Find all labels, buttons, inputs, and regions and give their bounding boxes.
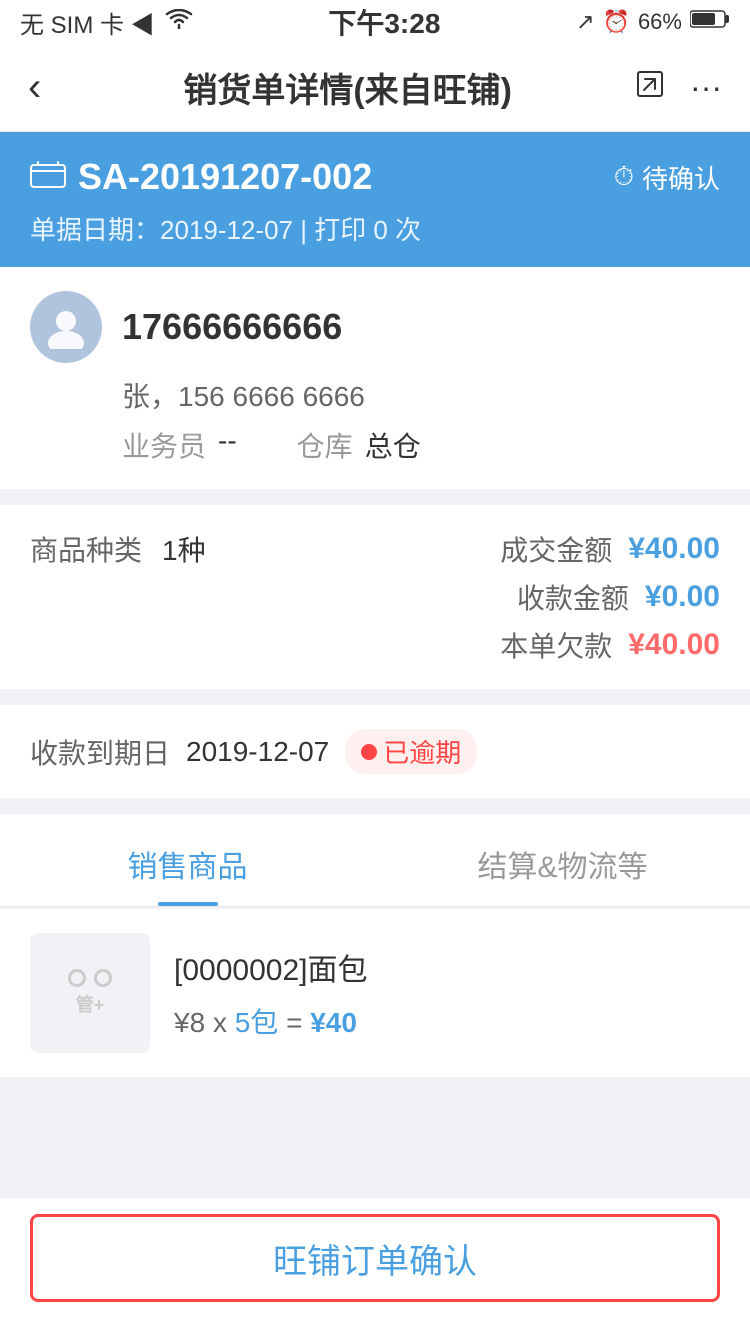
- owl-eyes: [68, 969, 112, 987]
- back-button[interactable]: ‹: [28, 65, 41, 110]
- confirm-order-button[interactable]: 旺铺订单确认: [30, 1214, 720, 1302]
- owl-logo: 管+: [68, 969, 112, 1017]
- goods-type-label: 商品种类: [30, 529, 142, 569]
- salesperson-label: 业务员: [122, 425, 206, 465]
- nav-actions: ···: [634, 68, 722, 108]
- battery-icon: [690, 9, 730, 35]
- no-sim-text: 无 SIM 卡 ◀: [20, 5, 155, 40]
- wifi-icon: [165, 8, 193, 36]
- order-id-row: SA-20191207-002 ⏱ 待确认: [30, 156, 720, 198]
- customer-detail: 张，156 6666 6666: [122, 375, 720, 415]
- avatar: [30, 291, 102, 363]
- order-icon: [30, 156, 66, 198]
- share-icon[interactable]: [634, 68, 666, 108]
- overdue-dot-icon: [361, 744, 377, 760]
- product-card: 管+ [0000002]面包 ¥8 x 5包 = ¥40: [0, 909, 750, 1077]
- received-value: ¥0.00: [645, 580, 720, 614]
- received-label: 收款金额: [517, 577, 629, 617]
- amount-label: 成交金额: [500, 529, 612, 569]
- status-left: 无 SIM 卡 ◀: [20, 5, 193, 40]
- location-icon: ↗: [576, 9, 594, 35]
- equals-symbol: =: [286, 1007, 310, 1038]
- overdue-badge: 已逾期: [345, 729, 477, 774]
- status-bar: 无 SIM 卡 ◀ 下午3:28 ↗ ⏰ 66%: [0, 0, 750, 44]
- amount-value: ¥40.00: [628, 532, 720, 566]
- price-value: ¥8: [174, 1007, 205, 1038]
- warehouse-item: 仓库 总仓: [297, 425, 421, 465]
- goods-type-value: 1种: [162, 529, 206, 569]
- product-name: [0000002]面包: [174, 945, 720, 989]
- order-header: SA-20191207-002 ⏱ 待确认 单据日期：2019-12-07 | …: [0, 132, 750, 267]
- due-date-value: 2019-12-07: [186, 736, 329, 768]
- salesperson-item: 业务员 --: [122, 425, 237, 465]
- alarm-icon: ⏰: [603, 9, 630, 35]
- status-clock-icon: ⏱: [614, 161, 634, 193]
- warehouse-label: 仓库: [297, 425, 353, 465]
- tab-sales-goods[interactable]: 销售商品: [0, 814, 375, 906]
- overdue-text: 已逾期: [383, 733, 461, 770]
- owl-eye-right: [94, 969, 112, 987]
- summary-right: 成交金额 ¥40.00 收款金额 ¥0.00 本单欠款 ¥40.00: [500, 529, 720, 665]
- status-time: 下午3:28: [328, 2, 440, 42]
- product-info: [0000002]面包 ¥8 x 5包 = ¥40: [174, 945, 720, 1041]
- tabs-bar: 销售商品 结算&物流等: [0, 814, 750, 907]
- customer-phone: 17666666666: [122, 306, 342, 348]
- warehouse-value: 总仓: [365, 425, 421, 465]
- order-id: SA-20191207-002: [30, 156, 372, 198]
- summary-card: 商品种类 1种 成交金额 ¥40.00 收款金额 ¥0.00 本单欠款 ¥40.…: [0, 505, 750, 689]
- order-status: ⏱ 待确认: [614, 159, 720, 196]
- customer-meta: 业务员 -- 仓库 总仓: [122, 425, 720, 465]
- owl-eye-left: [68, 969, 86, 987]
- customer-card: 17666666666 张，156 6666 6666 业务员 -- 仓库 总仓: [0, 267, 750, 489]
- total-value: ¥40: [310, 1007, 357, 1038]
- multiply-symbol: x: [213, 1007, 235, 1038]
- amount-row: 成交金额 ¥40.00: [500, 529, 720, 569]
- salesperson-value: --: [218, 425, 237, 465]
- nav-bar: ‹ 销货单详情(来自旺铺) ···: [0, 44, 750, 132]
- product-thumbnail: 管+: [30, 933, 150, 1053]
- order-date: 单据日期：2019-12-07 | 打印 0 次: [30, 210, 720, 247]
- more-icon[interactable]: ···: [690, 69, 722, 106]
- customer-row: 17666666666: [30, 291, 720, 363]
- product-price: ¥8 x 5包 = ¥40: [174, 1001, 720, 1041]
- due-date-label: 收款到期日: [30, 732, 170, 772]
- owe-value: ¥40.00: [628, 628, 720, 662]
- bottom-bar: 旺铺订单确认: [0, 1198, 750, 1334]
- received-row: 收款金额 ¥0.00: [517, 577, 720, 617]
- status-right: ↗ ⏰ 66%: [576, 9, 730, 35]
- summary-left: 商品种类 1种: [30, 529, 500, 569]
- qty-value: 5包: [235, 1007, 279, 1038]
- owe-row: 本单欠款 ¥40.00: [500, 625, 720, 665]
- owe-label: 本单欠款: [500, 625, 612, 665]
- page-title: 销货单详情(来自旺铺): [61, 63, 634, 112]
- tab-settlement[interactable]: 结算&物流等: [375, 814, 750, 906]
- owl-text: 管+: [76, 991, 105, 1017]
- battery-text: 66%: [638, 9, 682, 35]
- due-date-card: 收款到期日 2019-12-07 已逾期: [0, 705, 750, 798]
